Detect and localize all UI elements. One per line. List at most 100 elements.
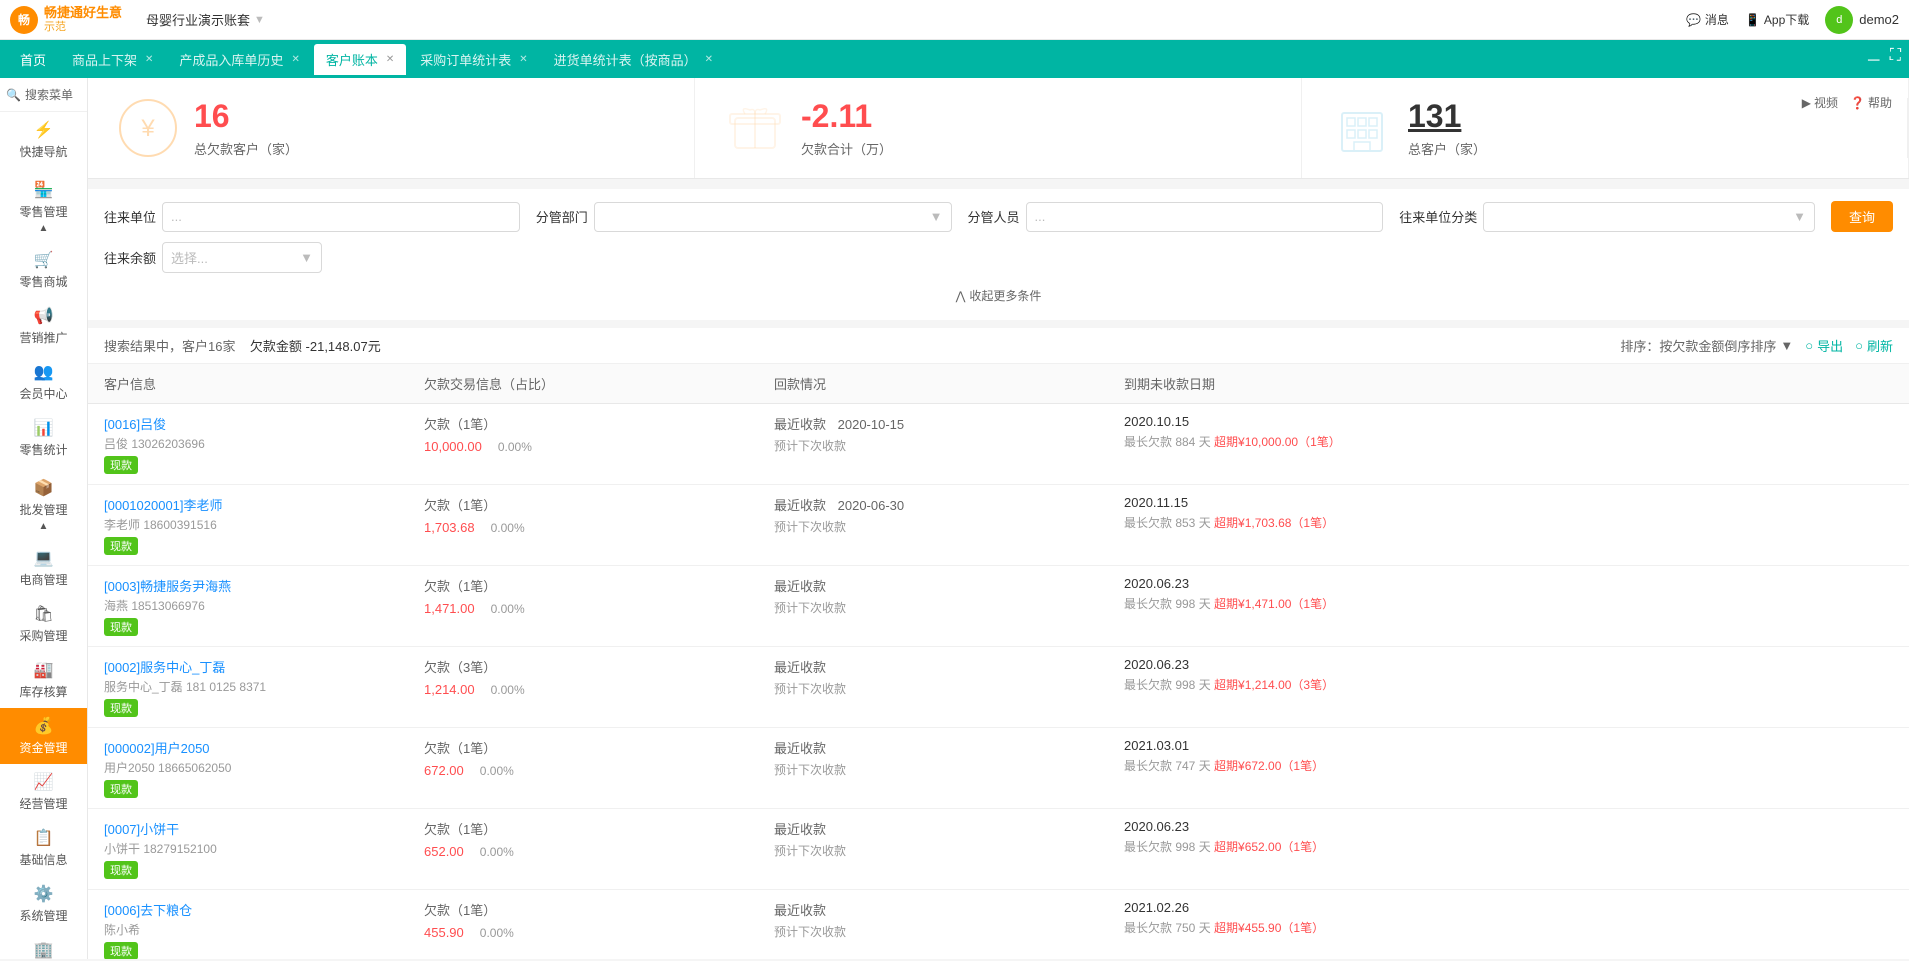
user-area[interactable]: d demo2 <box>1825 6 1899 34</box>
overdue-link-0[interactable]: 超期¥10,000.00（1笔） <box>1214 435 1341 449</box>
tab-import-stat[interactable]: 进货单统计表（按商品） ✕ <box>542 44 725 75</box>
filter-unit-class: 往来单位分类 ▼ <box>1399 202 1815 232</box>
col-header-debt: 欠款交易信息（占比） <box>424 374 774 393</box>
debt-info-6: 欠款（1笔） 455.90 0.00% <box>424 900 774 940</box>
due-date-0: 2020.10.15 <box>1124 414 1893 429</box>
customer-name-link-3[interactable]: [0002]服务中心_丁磊 <box>104 657 424 676</box>
stat-card-debt-total: -2.11 欠款合计（万） <box>695 78 1302 178</box>
video-btn[interactable]: ▶ 视频 <box>1802 94 1838 111</box>
tab-customer-account-label: 客户账本 <box>326 50 378 69</box>
debt-info-1: 欠款（1笔） 1,703.68 0.00% <box>424 495 774 535</box>
sidebar-item-inventory-label: 库存核算 <box>19 683 67 700</box>
query-button[interactable]: 查询 <box>1831 201 1893 232</box>
customer-name-link-4[interactable]: [000002]用户2050 <box>104 738 424 757</box>
filter-balance-label: 往来余额 <box>104 248 156 267</box>
user-name: demo2 <box>1859 12 1899 27</box>
results-bar: 搜索结果中，客户16家 欠款金额 -21,148.07元 排序：按欠款金额倒序排… <box>88 328 1909 364</box>
tab-product-history[interactable]: 产成品入库单历史 ✕ <box>167 44 311 75</box>
sidebar-item-ecommerce[interactable]: 💻 电商管理 <box>0 540 87 596</box>
sidebar-item-operations[interactable]: 📈 经营管理 <box>0 764 87 820</box>
expand-icon: ▲ <box>39 521 49 532</box>
stat-icon-yuan: ¥ <box>118 98 178 158</box>
sidebar-item-retail-mgmt[interactable]: 🏪 零售管理 ▲ <box>0 172 87 242</box>
balance-select[interactable]: 选择... ▼ <box>162 242 322 273</box>
sidebar-item-retail-stat[interactable]: 📊 零售统计 <box>0 410 87 466</box>
export-label: 导出 <box>1817 336 1843 355</box>
company-selector[interactable]: 母婴行业演示账套 ▼ <box>146 10 265 29</box>
due-date-3: 2020.06.23 <box>1124 657 1893 672</box>
sidebar-search[interactable]: 🔍 搜索菜单 <box>0 78 87 112</box>
overdue-link-2[interactable]: 超期¥1,471.00（1笔） <box>1214 597 1334 611</box>
quick-nav-icon: ⚡ <box>34 120 54 140</box>
unit-class-select[interactable]: ▼ <box>1483 202 1815 232</box>
export-btn[interactable]: ○ 导出 <box>1805 336 1843 355</box>
person-input[interactable]: ... <box>1026 202 1384 232</box>
message-btn[interactable]: 💬 消息 <box>1686 11 1729 28</box>
customer-name-link-2[interactable]: [0003]畅捷服务尹海燕 <box>104 576 424 595</box>
last-payment-2: 最近收款 <box>774 576 1124 595</box>
sidebar-item-inventory[interactable]: 🏭 库存核算 <box>0 652 87 708</box>
sidebar-item-batch-mgmt[interactable]: 📦 批发管理 ▲ <box>0 470 87 540</box>
customer-name-link-6[interactable]: [0006]去下粮仓 <box>104 900 424 919</box>
help-btn[interactable]: ❓ 帮助 <box>1850 94 1892 111</box>
minimize-icon[interactable]: － <box>1866 47 1882 71</box>
collapse-btn[interactable]: ⋀ 收起更多条件 <box>104 283 1893 308</box>
tab-home[interactable]: 首页 <box>8 44 58 75</box>
debt-row-6: 455.90 0.00% <box>424 923 774 940</box>
overdue-link-1[interactable]: 超期¥1,703.68（1笔） <box>1214 516 1334 530</box>
refresh-label: 刷新 <box>1867 336 1893 355</box>
sidebar-item-retail-mgmt-label: 零售管理 <box>19 203 67 220</box>
overdue-link-3[interactable]: 超期¥1,214.00（3笔） <box>1214 678 1334 692</box>
expand-icon: ▲ <box>39 223 49 234</box>
top-bar-right: 💬 消息 📱 App下载 d demo2 <box>1686 6 1899 34</box>
sidebar-item-system[interactable]: ⚙️ 系统管理 <box>0 876 87 932</box>
tab-close-icon[interactable]: ✕ <box>705 54 713 65</box>
sidebar-item-enterprise[interactable]: 🏢 企业协同 <box>0 932 87 959</box>
overdue-link-6[interactable]: 超期¥455.90（1笔） <box>1214 921 1324 935</box>
tab-product-on-off[interactable]: 商品上下架 ✕ <box>60 44 165 75</box>
customer-name-link-1[interactable]: [0001020001]李老师 <box>104 495 424 514</box>
stat-info-debt-total: -2.11 欠款合计（万） <box>801 98 892 158</box>
stat-number-total-customers[interactable]: 131 <box>1408 98 1486 135</box>
tab-purchase-order[interactable]: 采购订单统计表 ✕ <box>408 44 539 75</box>
stat-card-debt-customers: ¥ 16 总欠款客户（家） <box>88 78 695 178</box>
customer-tag-1: 现款 <box>104 537 138 555</box>
purchase-icon: 🛍 <box>33 604 53 624</box>
overdue-link-5[interactable]: 超期¥652.00（1笔） <box>1214 840 1324 854</box>
filter-balance: 往来余额 选择... ▼ <box>104 242 1893 273</box>
overdue-link-4[interactable]: 超期¥672.00（1笔） <box>1214 759 1324 773</box>
tab-close-icon[interactable]: ✕ <box>386 54 394 65</box>
sort-selector[interactable]: 排序：按欠款金额倒序排序 ▼ <box>1620 336 1793 355</box>
sidebar-item-quick-nav-label: 快捷导航 <box>19 143 67 160</box>
customer-name-link-5[interactable]: [0007]小饼干 <box>104 819 424 838</box>
recovery-info-4: 最近收款 预计下次收款 <box>774 738 1124 778</box>
dept-select[interactable]: ▼ <box>594 202 952 232</box>
sidebar-item-purchase[interactable]: 🛍 采购管理 <box>0 596 87 652</box>
sidebar-item-retail-shop[interactable]: 🛒 零售商城 <box>0 242 87 298</box>
tab-close-icon[interactable]: ✕ <box>145 54 153 65</box>
sidebar-search-label: 搜索菜单 <box>25 86 73 103</box>
overdue-detail-3: 最长欠款 998 天 超期¥1,214.00（3笔） <box>1124 676 1893 693</box>
ecommerce-icon: 💻 <box>34 548 54 568</box>
customer-info-5: [0007]小饼干 小饼干 18279152100 现款 <box>104 819 424 879</box>
maximize-icon[interactable]: ⛶ <box>1890 47 1901 71</box>
sidebar-item-basic-info[interactable]: 📋 基础信息 <box>0 820 87 876</box>
stat-info-debt-customers: 16 总欠款客户（家） <box>194 98 298 158</box>
customer-name-link-0[interactable]: [0016]吕俊 <box>104 414 424 433</box>
tab-customer-account[interactable]: 客户账本 ✕ <box>314 44 406 75</box>
source-unit-input[interactable]: ... <box>162 202 520 232</box>
due-date-2: 2020.06.23 <box>1124 576 1893 591</box>
message-icon: 💬 <box>1686 13 1701 27</box>
tab-close-icon[interactable]: ✕ <box>519 54 527 65</box>
balance-placeholder: 选择... <box>171 248 208 267</box>
customer-phone-2: 海燕 18513066976 <box>104 597 424 614</box>
sidebar-item-finance[interactable]: 💰 资金管理 <box>0 708 87 764</box>
user-avatar: d <box>1825 6 1853 34</box>
sidebar-item-member[interactable]: 👥 会员中心 <box>0 354 87 410</box>
sidebar-item-marketing[interactable]: 📢 营销推广 <box>0 298 87 354</box>
tab-close-icon[interactable]: ✕ <box>291 54 299 65</box>
refresh-btn[interactable]: ○ 刷新 <box>1855 336 1893 355</box>
next-payment-4: 预计下次收款 <box>774 761 1124 778</box>
sidebar-item-quick-nav[interactable]: ⚡ 快捷导航 <box>0 112 87 168</box>
app-download-btn[interactable]: 📱 App下载 <box>1745 11 1809 28</box>
